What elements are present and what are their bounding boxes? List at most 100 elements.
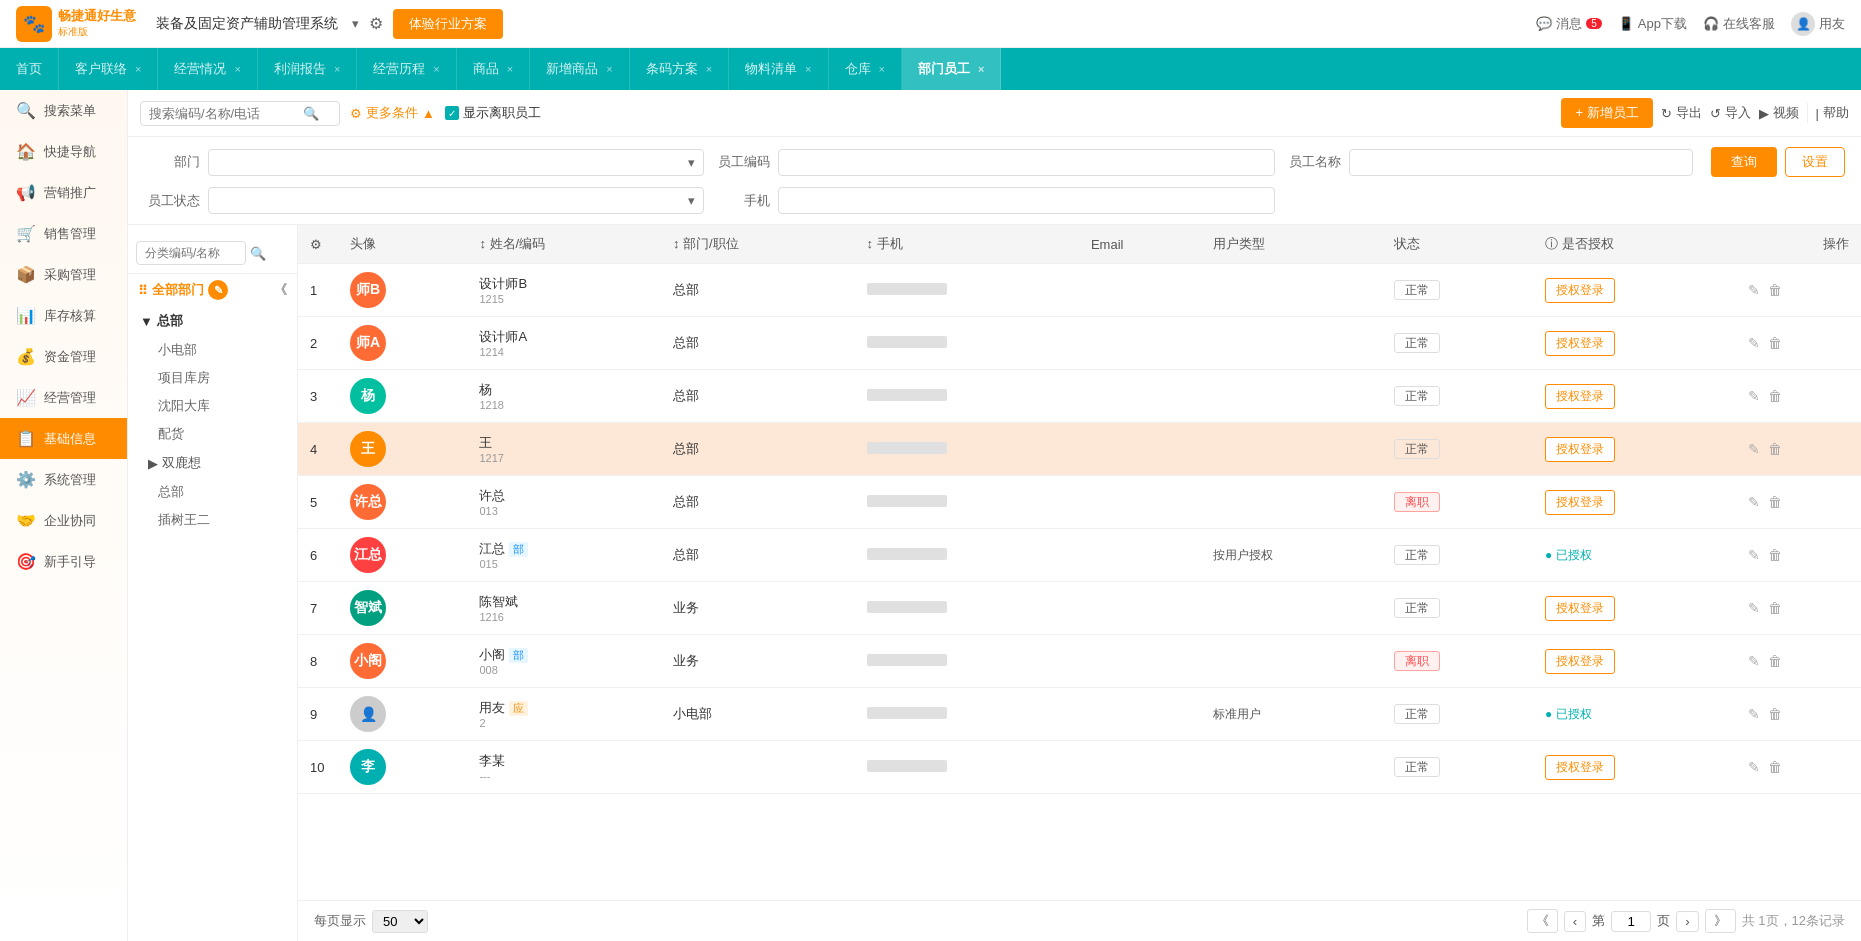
app-download-btn[interactable]: 📱 App下载 <box>1618 15 1687 33</box>
current-page-input[interactable] <box>1611 911 1651 932</box>
close-icon[interactable]: × <box>706 63 712 75</box>
dept-item-general[interactable]: ▼ 总部 <box>128 306 297 336</box>
search-input-wrap[interactable]: 🔍 <box>140 101 340 126</box>
first-page-btn[interactable]: 《 <box>1527 909 1558 933</box>
sidebar-item-system[interactable]: ⚙️ 系统管理 <box>0 459 127 500</box>
tab-home[interactable]: 首页 <box>0 48 59 90</box>
edit-icon[interactable]: ✎ <box>1748 759 1760 775</box>
add-employee-btn[interactable]: + 新增员工 <box>1561 98 1652 128</box>
show-inactive-checkbox[interactable]: ✓ <box>445 106 459 120</box>
tab-customer[interactable]: 客户联络× <box>59 48 158 90</box>
col-dept[interactable]: ↕ 部门/职位 <box>661 225 855 264</box>
per-page-select[interactable]: 50 100 200 <box>372 910 428 933</box>
delete-icon[interactable]: 🗑 <box>1768 600 1782 616</box>
edit-icon[interactable]: ✎ <box>1748 706 1760 722</box>
export-btn[interactable]: ↻ 导出 <box>1661 104 1702 122</box>
close-icon[interactable]: × <box>234 63 240 75</box>
col-name[interactable]: ↕ 姓名/编码 <box>467 225 661 264</box>
delete-icon[interactable]: 🗑 <box>1768 494 1782 510</box>
edit-icon[interactable]: ✎ <box>1748 441 1760 457</box>
sidebar-item-guide[interactable]: 🎯 新手引导 <box>0 541 127 582</box>
dept-all-label[interactable]: 全部部门 <box>152 281 204 299</box>
more-filter-btn[interactable]: ⚙ 更多条件 ▲ <box>350 104 435 122</box>
delete-icon[interactable]: 🗑 <box>1768 706 1782 722</box>
dept-sub-shenyang[interactable]: 沈阳大库 <box>128 392 297 420</box>
next-page-btn[interactable]: › <box>1676 911 1698 932</box>
sidebar-item-inventory[interactable]: 📊 库存核算 <box>0 295 127 336</box>
sidebar-item-marketing[interactable]: 📢 营销推广 <box>0 172 127 213</box>
edit-icon[interactable]: ✎ <box>1748 653 1760 669</box>
dept-edit-icon[interactable]: ✎ <box>208 280 228 300</box>
auth-btn[interactable]: 授权登录 <box>1545 278 1615 303</box>
close-icon[interactable]: × <box>606 63 612 75</box>
user-btn[interactable]: 👤 用友 <box>1791 12 1845 36</box>
tab-profit[interactable]: 利润报告× <box>258 48 357 90</box>
online-service-btn[interactable]: 🎧 在线客服 <box>1703 15 1775 33</box>
tab-employees[interactable]: 部门员工× <box>902 48 1001 90</box>
auth-btn[interactable]: 授权登录 <box>1545 755 1615 780</box>
close-icon[interactable]: × <box>334 63 340 75</box>
close-icon[interactable]: × <box>135 63 141 75</box>
close-icon[interactable]: × <box>805 63 811 75</box>
emp-name-input[interactable] <box>1349 149 1693 176</box>
delete-icon[interactable]: 🗑 <box>1768 547 1782 563</box>
dept-sub-xiaodianzhi[interactable]: 小电部 <box>128 336 297 364</box>
edit-icon[interactable]: ✎ <box>1748 282 1760 298</box>
auth-btn[interactable]: 授权登录 <box>1545 437 1615 462</box>
sidebar-item-finance[interactable]: 💰 资金管理 <box>0 336 127 377</box>
sidebar-item-basic[interactable]: 📋 基础信息 <box>0 418 127 459</box>
edit-icon[interactable]: ✎ <box>1748 547 1760 563</box>
delete-icon[interactable]: 🗑 <box>1768 653 1782 669</box>
help-btn[interactable]: | 帮助 <box>1816 104 1849 122</box>
set-btn[interactable]: 设置 <box>1785 147 1845 177</box>
dept-sub-headquarters[interactable]: 总部 <box>128 478 297 506</box>
import-btn[interactable]: ↺ 导入 <box>1710 104 1751 122</box>
delete-icon[interactable]: 🗑 <box>1768 335 1782 351</box>
auth-btn[interactable]: 授权登录 <box>1545 384 1615 409</box>
dept-search-icon[interactable]: 🔍 <box>250 246 266 261</box>
delete-icon[interactable]: 🗑 <box>1768 282 1782 298</box>
dept-dropdown[interactable]: ▾ <box>208 149 704 176</box>
close-icon[interactable]: × <box>978 63 984 75</box>
show-inactive-toggle[interactable]: ✓ 显示离职员工 <box>445 104 541 122</box>
col-settings[interactable]: ⚙ <box>298 225 338 264</box>
dept-item-shuanglu[interactable]: ▶ 双鹿想 <box>128 448 297 478</box>
search-input[interactable] <box>149 106 299 121</box>
system-title-dropdown-icon[interactable]: ▾ <box>352 16 359 31</box>
delete-icon[interactable]: 🗑 <box>1768 388 1782 404</box>
auth-btn[interactable]: 授权登录 <box>1545 490 1615 515</box>
tab-barcode[interactable]: 条码方案× <box>630 48 729 90</box>
sidebar-item-operations[interactable]: 📈 经营管理 <box>0 377 127 418</box>
messages-btn[interactable]: 💬 消息 5 <box>1536 15 1602 33</box>
last-page-btn[interactable]: 》 <box>1705 909 1736 933</box>
close-icon[interactable]: × <box>433 63 439 75</box>
sidebar-item-sales[interactable]: 🛒 销售管理 <box>0 213 127 254</box>
dept-collapse-icon[interactable]: 《 <box>274 281 287 299</box>
col-phone[interactable]: ↕ 手机 <box>855 225 1079 264</box>
sidebar-item-enterprise[interactable]: 🤝 企业协同 <box>0 500 127 541</box>
edit-icon[interactable]: ✎ <box>1748 494 1760 510</box>
dept-sub-chashuwang[interactable]: 插树王二 <box>128 506 297 534</box>
tab-operations[interactable]: 经营情况× <box>158 48 257 90</box>
dept-sub-project[interactable]: 项目库房 <box>128 364 297 392</box>
emp-code-input[interactable] <box>778 149 1274 176</box>
settings-icon[interactable]: ⚙ <box>369 14 383 33</box>
edit-icon[interactable]: ✎ <box>1748 388 1760 404</box>
auth-btn[interactable]: 授权登录 <box>1545 596 1615 621</box>
phone-input[interactable] <box>778 187 1274 214</box>
close-icon[interactable]: × <box>507 63 513 75</box>
close-icon[interactable]: × <box>879 63 885 75</box>
query-btn[interactable]: 查询 <box>1711 147 1777 177</box>
try-btn[interactable]: 体验行业方案 <box>393 9 503 39</box>
auth-btn[interactable]: 授权登录 <box>1545 649 1615 674</box>
tab-goods[interactable]: 商品× <box>457 48 530 90</box>
view-btn[interactable]: ▶ 视频 <box>1759 104 1799 122</box>
tab-add-goods[interactable]: 新增商品× <box>530 48 629 90</box>
tab-warehouse[interactable]: 仓库× <box>829 48 902 90</box>
delete-icon[interactable]: 🗑 <box>1768 441 1782 457</box>
auth-btn[interactable]: 授权登录 <box>1545 331 1615 356</box>
dept-search-input[interactable] <box>136 241 246 265</box>
delete-icon[interactable]: 🗑 <box>1768 759 1782 775</box>
sidebar-item-shortcut[interactable]: 🏠 快捷导航 <box>0 131 127 172</box>
edit-icon[interactable]: ✎ <box>1748 600 1760 616</box>
